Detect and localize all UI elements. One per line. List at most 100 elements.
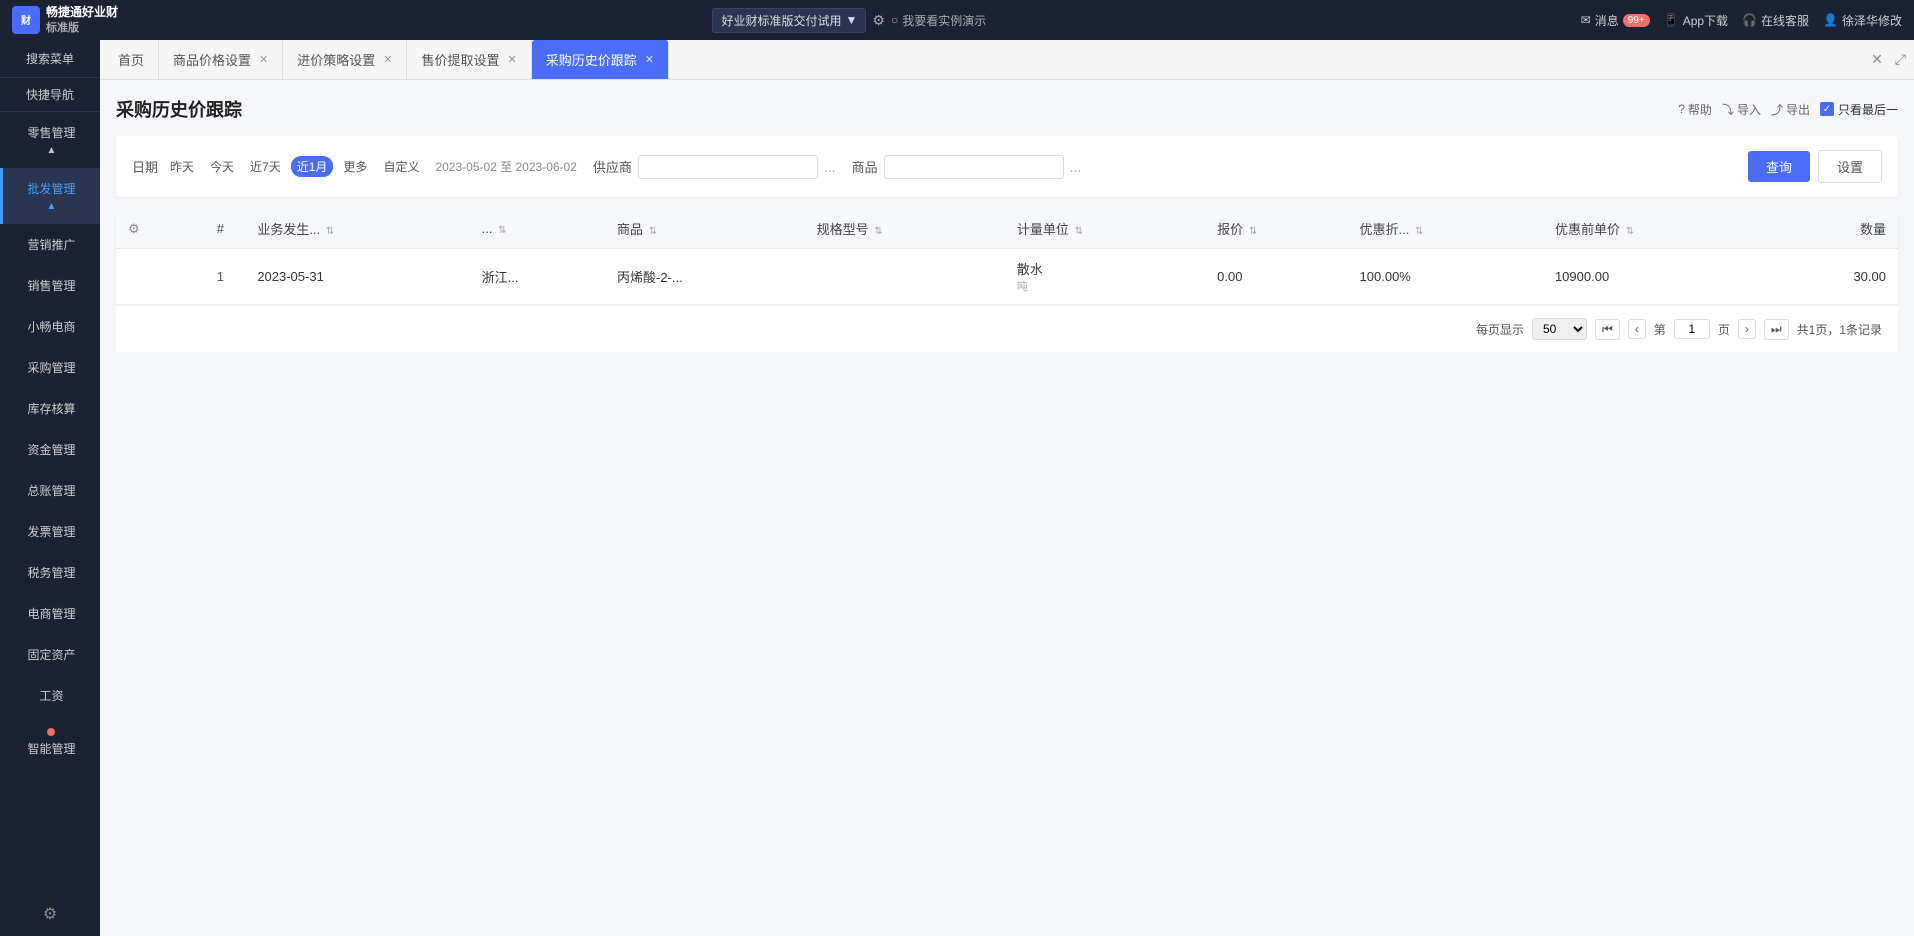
th-price[interactable]: 报价 ⇅ [1205, 209, 1347, 249]
sidebar-item-ecommerce[interactable]: 电商管理 [0, 593, 100, 634]
tab-price[interactable]: 商品价格设置 ✕ [159, 40, 283, 79]
td-goods: 丙烯酸-2-... [605, 249, 805, 305]
table-area: ⚙ # 业务发生... ⇅ ... ⇅ 商品 ⇅ 规格型号 ⇅ 计量单位 ⇅ 报… [116, 209, 1898, 305]
only-last-checkbox-label[interactable]: ✓ 只看最后一 [1820, 101, 1898, 118]
close-tab-price[interactable]: ✕ [259, 53, 268, 66]
goods-filter-label: 商品 [852, 157, 878, 176]
version-select[interactable]: 好业财标准版交付试用 ▼ [712, 8, 866, 33]
sidebar-quick-nav[interactable]: 快捷导航 [0, 78, 100, 112]
th-more[interactable]: ... ⇅ [470, 209, 605, 249]
close-all-tabs-button[interactable]: ✕ [1867, 47, 1887, 72]
query-button[interactable]: 查询 [1748, 151, 1810, 182]
sort-icon[interactable]: ⇅ [498, 225, 506, 236]
td-gear [116, 249, 195, 305]
expand-icon: ▲ [47, 145, 57, 156]
tab-label: 售价提取设置 [421, 50, 499, 69]
th-settings[interactable]: ⚙ [116, 209, 195, 249]
tab-home[interactable]: 首页 [104, 40, 159, 79]
sidebar-item-inventory[interactable]: 库存核算 [0, 388, 100, 429]
tab-extract[interactable]: 售价提取设置 ✕ [407, 40, 531, 79]
app-download-button[interactable]: 📱 App下载 [1664, 12, 1728, 29]
filter-settings-button[interactable]: 设置 [1818, 150, 1882, 183]
next-page-button[interactable]: › [1738, 319, 1756, 339]
date-opt-last7[interactable]: 近7天 [244, 156, 287, 177]
topbar-center: 好业财标准版交付试用 ▼ ⚙ ○ 我要看实例演示 [712, 8, 986, 33]
headset-icon: 🎧 [1742, 13, 1757, 27]
date-opt-more[interactable]: 更多 [337, 156, 373, 177]
th-unit[interactable]: 计量单位 ⇅ [1005, 209, 1205, 249]
sidebar-item-invoice[interactable]: 发票管理 [0, 511, 100, 552]
sort-icon[interactable]: ⇅ [326, 226, 334, 237]
only-last-checkbox[interactable]: ✓ [1820, 102, 1834, 116]
tab-strategy[interactable]: 进价策略设置 ✕ [283, 40, 407, 79]
th-date[interactable]: 业务发生... ⇅ [245, 209, 469, 249]
th-discount[interactable]: 优惠折... ⇅ [1348, 209, 1543, 249]
demo-button[interactable]: ○ 我要看实例演示 [891, 12, 986, 29]
expand-icon: ▲ [47, 201, 57, 212]
date-opt-yesterday[interactable]: 昨天 [164, 156, 200, 177]
sidebar-gear-button[interactable]: ⚙ [0, 892, 100, 936]
th-pre-discount[interactable]: 优惠前单价 ⇅ [1543, 209, 1772, 249]
sidebar-item-label: 智能管理 [27, 740, 75, 757]
maximize-tab-button[interactable]: ⤢ [1891, 47, 1910, 72]
sidebar-item-ecommerce-small[interactable]: 小畅电商 [0, 306, 100, 347]
message-icon: ✉ [1581, 13, 1591, 27]
date-opt-custom[interactable]: 自定义 [377, 156, 425, 177]
goods-filter: 商品 ... [852, 155, 1082, 179]
sidebar-item-accounting[interactable]: 总账管理 [0, 470, 100, 511]
supplier-dots[interactable]: ... [824, 159, 836, 175]
last-page-button[interactable]: ⏭ [1764, 319, 1789, 340]
sidebar-item-finance[interactable]: 资金管理 [0, 429, 100, 470]
table-row: 1 2023-05-31 浙江... 丙烯酸-2-... 散水吨 0.00 10… [116, 249, 1898, 305]
sidebar-item-wholesale[interactable]: 批发管理 ▲ [0, 168, 100, 224]
per-page-select[interactable]: 50 20 100 200 [1532, 318, 1587, 340]
date-opt-today[interactable]: 今天 [204, 156, 240, 177]
sort-icon[interactable]: ⇅ [649, 226, 657, 237]
close-tab-history[interactable]: ✕ [645, 53, 654, 66]
close-tab-extract[interactable]: ✕ [508, 53, 517, 66]
sidebar-item-label: 总账管理 [27, 482, 75, 499]
sidebar-search[interactable]: 搜索菜单 [0, 40, 100, 78]
sidebar-item-marketing[interactable]: 营销推广 [0, 224, 100, 265]
user-menu-button[interactable]: 👤 徐泽华修改 [1823, 12, 1902, 29]
sidebar-item-assets[interactable]: 固定资产 [0, 634, 100, 675]
sort-icon[interactable]: ⇅ [1075, 226, 1083, 237]
prev-page-button[interactable]: ‹ [1628, 319, 1646, 339]
online-service-button[interactable]: 🎧 在线客服 [1742, 12, 1809, 29]
supplier-input[interactable] [638, 155, 818, 179]
page-number-input[interactable] [1674, 319, 1710, 339]
topbar-settings-button[interactable]: ⚙ [872, 12, 885, 29]
import-button[interactable]: ⤵ 导入 [1722, 101, 1761, 118]
first-page-button[interactable]: ⏮ [1595, 319, 1620, 340]
main-container: 搜索菜单 快捷导航 零售管理 ▲ 批发管理 ▲ 营销推广 销售管理 小畅电商 采… [0, 40, 1914, 936]
td-date: 2023-05-31 [245, 249, 469, 305]
tab-history[interactable]: 采购历史价跟踪 ✕ [532, 40, 669, 79]
message-button[interactable]: ✉ 消息 99+ [1581, 12, 1650, 29]
sidebar-item-sales[interactable]: 销售管理 [0, 265, 100, 306]
sort-icon[interactable]: ⇅ [1249, 226, 1257, 237]
per-page-label: 每页显示 [1476, 321, 1524, 338]
sort-icon[interactable]: ⇅ [874, 226, 882, 237]
th-spec[interactable]: 规格型号 ⇅ [805, 209, 1005, 249]
sidebar-item-label: 发票管理 [27, 523, 75, 540]
tab-bar: 首页 商品价格设置 ✕ 进价策略设置 ✕ 售价提取设置 ✕ 采购历史价跟踪 ✕ … [100, 40, 1914, 80]
export-button[interactable]: ⤴ 导出 [1771, 101, 1810, 118]
sidebar-item-retail[interactable]: 零售管理 ▲ [0, 112, 100, 168]
sidebar-item-purchase[interactable]: 采购管理 [0, 347, 100, 388]
sidebar-item-payroll[interactable]: 工资 [0, 675, 100, 716]
sidebar-item-smart[interactable]: 智能管理 [0, 716, 100, 769]
pagination: 每页显示 50 20 100 200 ⏮ ‹ 第 页 › ⏭ 共1页，1条记录 [116, 305, 1898, 352]
th-goods[interactable]: 商品 ⇅ [605, 209, 805, 249]
sidebar-item-tax[interactable]: 税务管理 [0, 552, 100, 593]
close-tab-strategy[interactable]: ✕ [383, 53, 392, 66]
goods-dots[interactable]: ... [1070, 159, 1082, 175]
th-quantity[interactable]: 数量 [1772, 209, 1898, 249]
page-actions: ? 帮助 ⤵ 导入 ⤴ 导出 ✓ 只看最后一 [1678, 101, 1898, 118]
data-table: ⚙ # 业务发生... ⇅ ... ⇅ 商品 ⇅ 规格型号 ⇅ 计量单位 ⇅ 报… [116, 209, 1898, 305]
goods-input[interactable] [884, 155, 1064, 179]
sort-icon[interactable]: ⇅ [1626, 226, 1634, 237]
help-button[interactable]: ? 帮助 [1678, 101, 1712, 118]
help-icon: ? [1678, 102, 1685, 116]
sort-icon[interactable]: ⇅ [1415, 226, 1423, 237]
date-opt-last1m[interactable]: 近1月 [291, 156, 334, 177]
